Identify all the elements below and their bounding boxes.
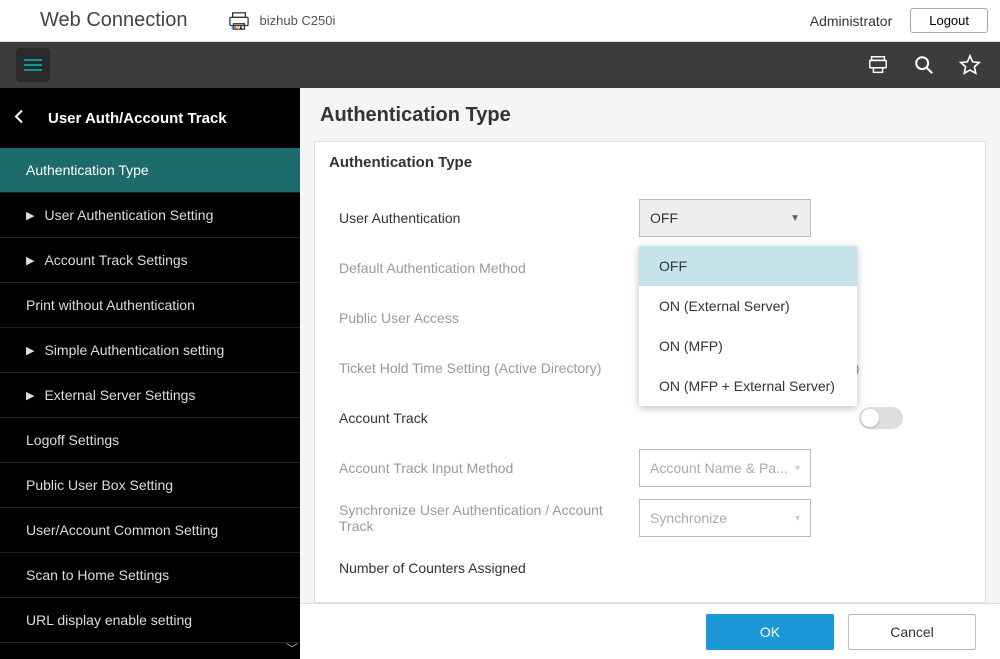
- caret-down-icon: ▾: [795, 513, 800, 524]
- device-shortcut-icon[interactable]: [864, 51, 892, 79]
- sidebar-header: User Auth/Account Track: [0, 88, 300, 148]
- sidebar-item-user-account-common-setting[interactable]: User/Account Common Setting: [0, 508, 300, 553]
- footer-actions: OK Cancel: [300, 603, 1000, 659]
- label-ticket-hold-time: Ticket Hold Time Setting (Active Directo…: [339, 360, 639, 376]
- sidebar-item-label: User/Account Common Setting: [26, 522, 218, 538]
- row-counters-assigned: Number of Counters Assigned: [339, 543, 985, 593]
- label-input-method: Account Track Input Method: [339, 460, 639, 476]
- brand-title: Web Connection: [40, 9, 188, 32]
- scroll-down-icon[interactable]: ﹀: [286, 640, 298, 657]
- page-title: Authentication Type: [300, 88, 1000, 141]
- toggle-account-track[interactable]: [859, 407, 903, 429]
- sidebar-item-public-user-box-setting[interactable]: Public User Box Setting: [0, 463, 300, 508]
- sidebar-item-simple-authentication-setting[interactable]: ▶ Simple Authentication setting: [0, 328, 300, 373]
- label-counters-assigned: Number of Counters Assigned: [339, 560, 639, 576]
- label-synchronize: Synchronize User Authentication / Accoun…: [339, 502, 639, 534]
- star-icon[interactable]: [956, 51, 984, 79]
- sidebar-item-authentication-type[interactable]: Authentication Type: [0, 148, 300, 193]
- row-input-method: Account Track Input Method Account Name …: [339, 443, 985, 493]
- toggle-knob: [861, 409, 879, 427]
- sidebar-item-scan-to-home-settings[interactable]: Scan to Home Settings: [0, 553, 300, 598]
- caret-down-icon: ▼: [790, 213, 800, 224]
- label-user-authentication: User Authentication: [339, 210, 639, 226]
- dropdown-option-on-external-server[interactable]: ON (External Server): [639, 286, 857, 326]
- select-input-method: Account Name & Pa... ▾: [639, 449, 811, 487]
- sidebar-item-label: Simple Authentication setting: [44, 342, 224, 358]
- label-default-auth-method: Default Authentication Method: [339, 260, 639, 276]
- hamburger-icon: [24, 64, 42, 66]
- sidebar-item-label: URL display enable setting: [26, 612, 192, 628]
- label-account-track: Account Track: [339, 410, 639, 426]
- sidebar-item-label: Print without Authentication: [26, 297, 195, 313]
- row-user-authentication: User Authentication OFF ▼: [339, 193, 985, 243]
- content-area: Authentication Type Authentication Type …: [300, 88, 1000, 659]
- sidebar-item-label: Scan to Home Settings: [26, 567, 169, 583]
- chevron-right-icon: ▶: [26, 389, 34, 402]
- card-title: Authentication Type: [315, 142, 985, 183]
- top-header: Web Connection bizhub C250i Administrato…: [0, 0, 1000, 42]
- sidebar-item-logoff-settings[interactable]: Logoff Settings: [0, 418, 300, 463]
- dropdown-option-off[interactable]: OFF: [639, 246, 857, 286]
- toolbar: [0, 42, 1000, 88]
- back-icon[interactable]: [14, 110, 24, 127]
- settings-card: Authentication Type User Authentication …: [314, 141, 986, 603]
- device-name: bizhub C250i: [260, 13, 336, 28]
- sidebar-list: Authentication Type ▶ User Authenticatio…: [0, 148, 300, 659]
- caret-down-icon: ▾: [795, 463, 800, 474]
- select-synchronize: Synchronize ▾: [639, 499, 811, 537]
- sidebar-item-account-track-settings[interactable]: ▶ Account Track Settings: [0, 238, 300, 283]
- ok-button[interactable]: OK: [706, 614, 834, 650]
- sidebar: User Auth/Account Track ︿ Authentication…: [0, 88, 300, 659]
- menu-button[interactable]: [16, 48, 50, 82]
- sidebar-item-label: Logoff Settings: [26, 432, 119, 448]
- sidebar-item-label: Account Track Settings: [44, 252, 187, 268]
- sidebar-item-label: External Server Settings: [44, 387, 195, 403]
- label-public-user-access: Public User Access: [339, 310, 639, 326]
- dropdown-option-on-mfp[interactable]: ON (MFP): [639, 326, 857, 366]
- sidebar-item-external-server-settings[interactable]: ▶ External Server Settings: [0, 373, 300, 418]
- select-value: OFF: [650, 210, 678, 226]
- sidebar-item-label: User Authentication Setting: [44, 207, 213, 223]
- sidebar-item-user-authentication-setting[interactable]: ▶ User Authentication Setting: [0, 193, 300, 238]
- logout-button[interactable]: Logout: [910, 8, 988, 33]
- chevron-right-icon: ▶: [26, 209, 34, 222]
- admin-label: Administrator: [810, 13, 892, 29]
- chevron-right-icon: ▶: [26, 344, 34, 357]
- dropdown-user-authentication: OFF ON (External Server) ON (MFP) ON (MF…: [639, 246, 857, 406]
- cancel-button[interactable]: Cancel: [848, 614, 976, 650]
- sidebar-item-label: Public User Box Setting: [26, 477, 173, 493]
- printer-icon: [228, 11, 250, 31]
- sidebar-item-url-display-enable-setting[interactable]: URL display enable setting: [0, 598, 300, 643]
- select-user-authentication[interactable]: OFF ▼: [639, 199, 811, 237]
- select-value: Synchronize: [650, 510, 727, 526]
- dropdown-option-on-mfp-external-server[interactable]: ON (MFP + External Server): [639, 366, 857, 406]
- sidebar-item-label: Authentication Type: [26, 162, 149, 178]
- select-value: Account Name & Pa...: [650, 460, 788, 476]
- sidebar-title: User Auth/Account Track: [48, 110, 227, 127]
- sidebar-item-print-without-authentication[interactable]: Print without Authentication: [0, 283, 300, 328]
- chevron-right-icon: ▶: [26, 254, 34, 267]
- row-synchronize: Synchronize User Authentication / Accoun…: [339, 493, 985, 543]
- search-icon[interactable]: [910, 51, 938, 79]
